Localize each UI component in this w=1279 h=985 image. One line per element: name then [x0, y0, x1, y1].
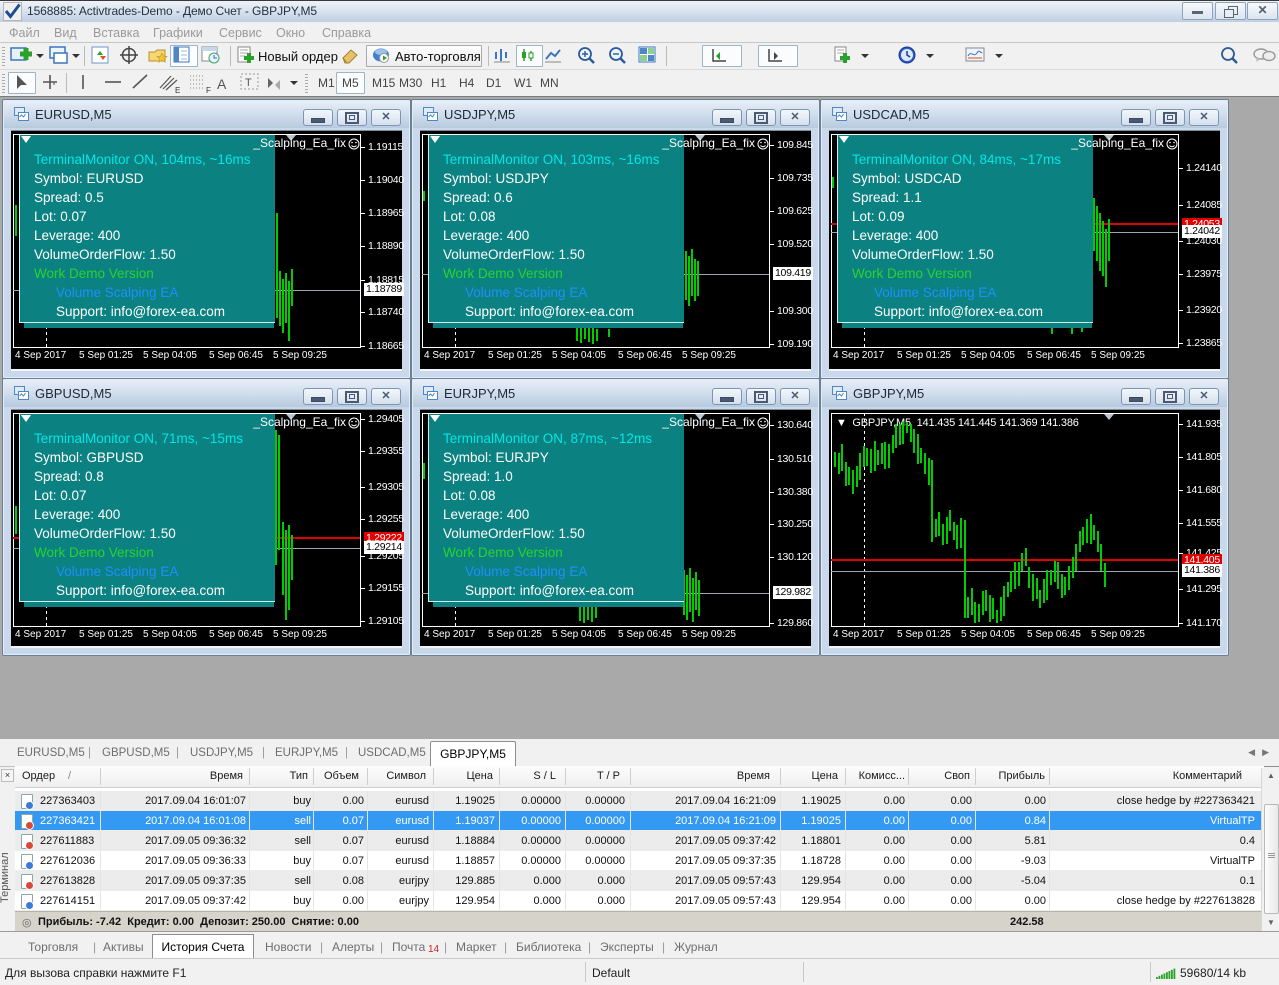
svg-text:E: E [175, 86, 180, 95]
svg-text:T: T [245, 77, 252, 89]
svg-text:F: F [206, 86, 211, 95]
